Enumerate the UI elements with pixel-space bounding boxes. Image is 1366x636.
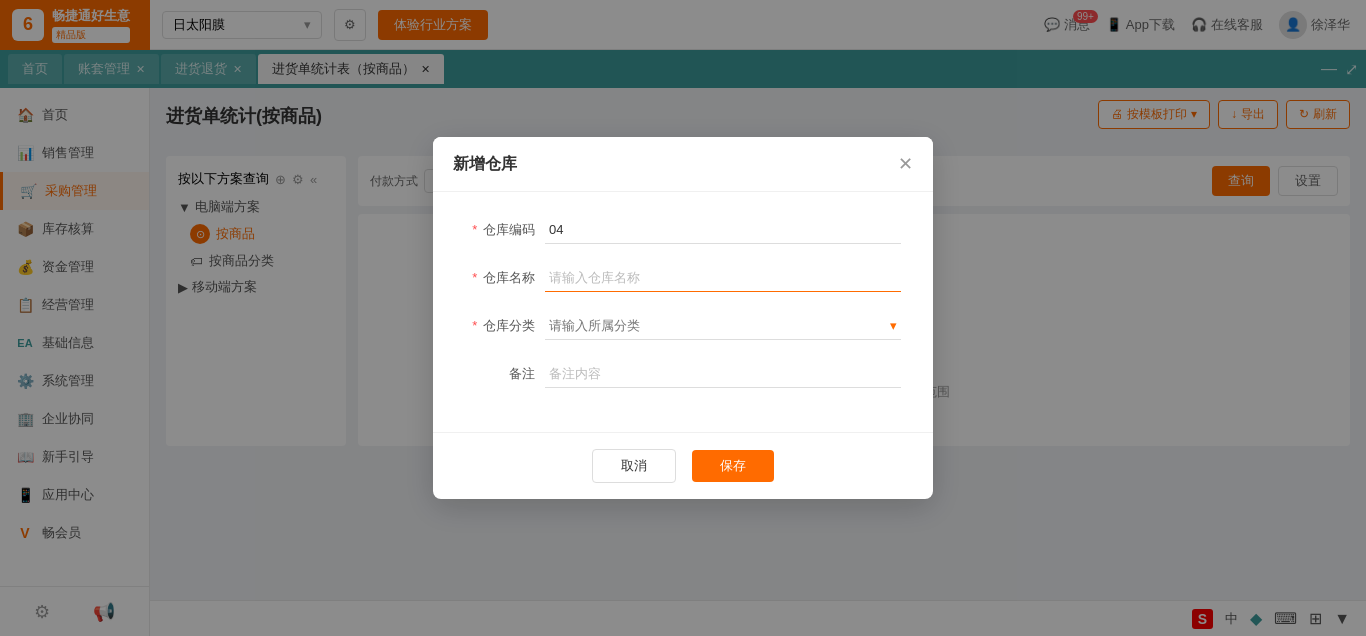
code-input[interactable] <box>545 216 901 244</box>
required-icon-name: * <box>472 270 477 285</box>
dialog-title: 新增仓库 <box>453 154 517 175</box>
category-select[interactable]: ▾ <box>545 312 901 340</box>
cancel-button[interactable]: 取消 <box>592 449 676 483</box>
modal-overlay[interactable]: 新增仓库 ✕ * 仓库编码 * 仓库名称 <box>0 0 1366 636</box>
dialog-footer: 取消 保存 <box>433 432 933 499</box>
note-label: 备注 <box>465 365 545 383</box>
form-row-name: * 仓库名称 <box>465 264 901 292</box>
form-row-note: 备注 <box>465 360 901 388</box>
new-warehouse-dialog: 新增仓库 ✕ * 仓库编码 * 仓库名称 <box>433 137 933 499</box>
form-row-code: * 仓库编码 <box>465 216 901 244</box>
note-input[interactable] <box>545 360 901 388</box>
form-row-category: * 仓库分类 ▾ <box>465 312 901 340</box>
category-chevron-icon: ▾ <box>890 318 897 333</box>
code-label: * 仓库编码 <box>465 221 545 239</box>
required-icon-category: * <box>472 318 477 333</box>
name-label: * 仓库名称 <box>465 269 545 287</box>
dialog-close-icon[interactable]: ✕ <box>898 153 913 175</box>
dialog-body: * 仓库编码 * 仓库名称 * 仓库分类 <box>433 192 933 432</box>
dialog-header: 新增仓库 ✕ <box>433 137 933 192</box>
category-label: * 仓库分类 <box>465 317 545 335</box>
save-button[interactable]: 保存 <box>692 450 774 482</box>
category-input[interactable] <box>549 318 890 333</box>
required-icon-code: * <box>472 222 477 237</box>
name-input[interactable] <box>545 264 901 292</box>
